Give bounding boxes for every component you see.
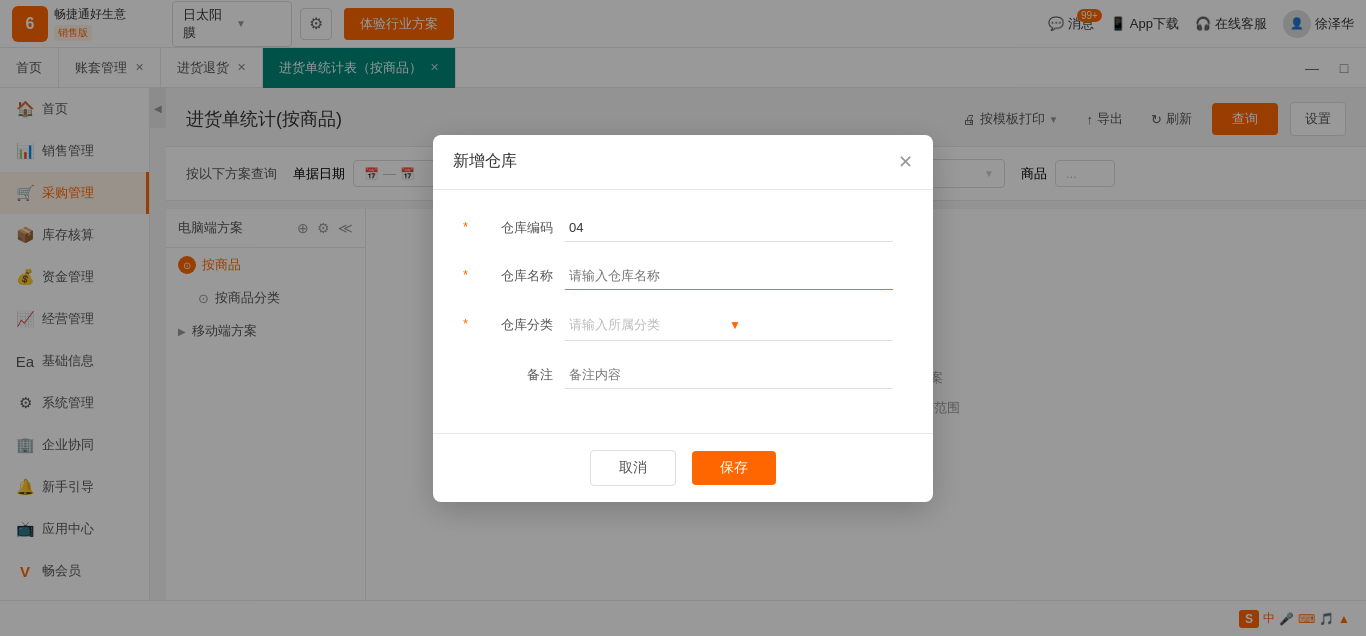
- modal-body: 仓库编码 仓库名称 仓库分类 请输入所属分类 ▼: [433, 190, 933, 433]
- note-label: 备注: [473, 366, 553, 384]
- code-label: 仓库编码: [473, 219, 553, 237]
- modal-close-button[interactable]: ✕: [898, 151, 913, 173]
- warehouse-category-select[interactable]: 请输入所属分类 ▼: [565, 310, 893, 341]
- modal-header: 新增仓库 ✕: [433, 135, 933, 190]
- modal-footer: 取消 保存: [433, 433, 933, 502]
- category-placeholder: 请输入所属分类: [569, 316, 729, 334]
- cancel-button[interactable]: 取消: [590, 450, 676, 486]
- form-row-code: 仓库编码: [473, 214, 893, 242]
- name-input-wrapper: [565, 262, 893, 290]
- modal-title: 新增仓库: [453, 151, 517, 172]
- form-row-category: 仓库分类 请输入所属分类 ▼: [473, 310, 893, 341]
- category-dropdown-arrow: ▼: [729, 318, 889, 332]
- form-row-name: 仓库名称: [473, 262, 893, 290]
- new-warehouse-modal: 新增仓库 ✕ 仓库编码 仓库名称 仓库分类 请输入所属: [433, 135, 933, 502]
- warehouse-code-input[interactable]: [565, 214, 893, 242]
- warehouse-name-input[interactable]: [565, 262, 893, 290]
- name-label: 仓库名称: [473, 267, 553, 285]
- code-input-wrapper: [565, 214, 893, 242]
- modal-overlay: 新增仓库 ✕ 仓库编码 仓库名称 仓库分类 请输入所属: [0, 0, 1366, 636]
- form-row-note: 备注: [473, 361, 893, 389]
- category-label: 仓库分类: [473, 316, 553, 334]
- save-button[interactable]: 保存: [692, 451, 776, 485]
- warehouse-note-input[interactable]: [565, 361, 893, 389]
- note-input-wrapper: [565, 361, 893, 389]
